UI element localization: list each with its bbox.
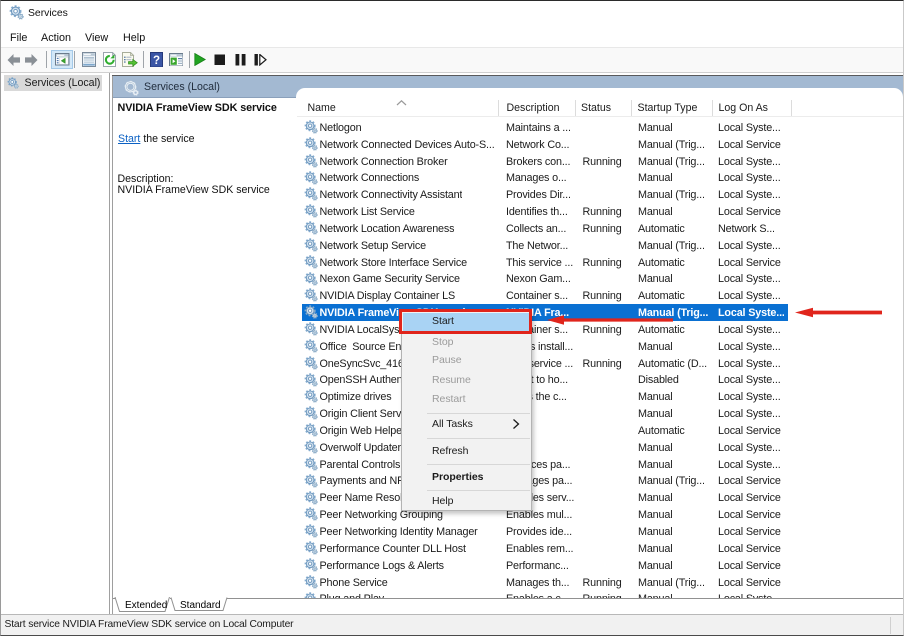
svg-text:?: ?	[152, 55, 159, 67]
